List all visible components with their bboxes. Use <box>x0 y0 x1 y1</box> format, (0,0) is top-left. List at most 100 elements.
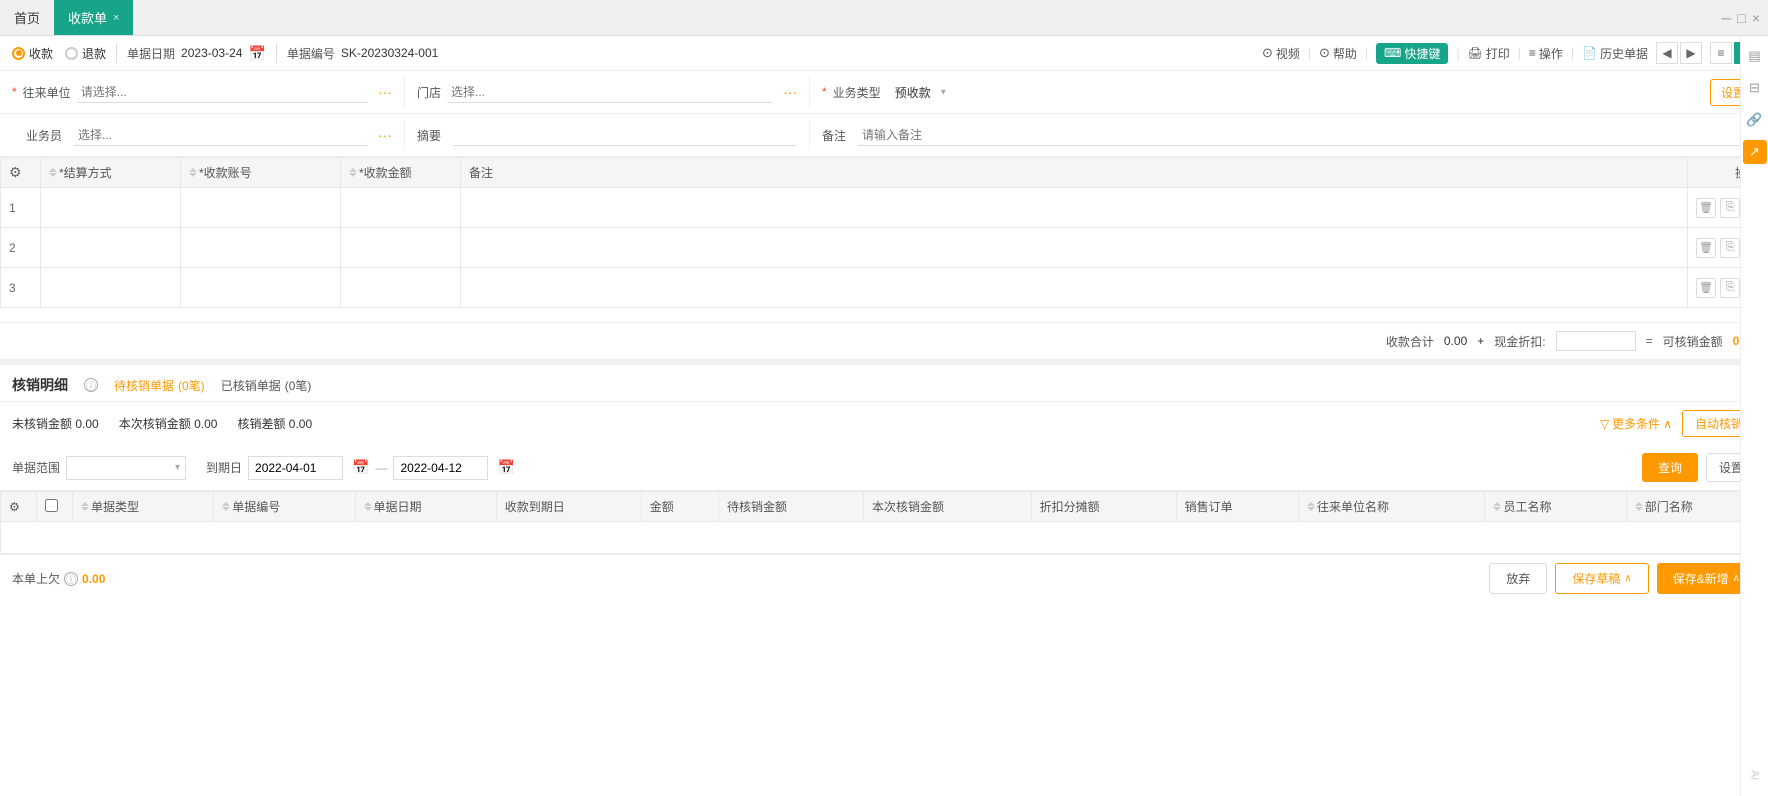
bt-th-pending-label: 待核销金额 <box>727 500 787 514</box>
more-conditions-label: 更多条件 <box>1612 415 1660 432</box>
query-btn[interactable]: 查询 <box>1642 453 1698 482</box>
tab-close-icon[interactable]: × <box>113 12 119 24</box>
form-row-2: 业务员 ··· 摘要 备注 <box>0 114 1768 157</box>
filter-right: 查询 设置 <box>1642 453 1756 482</box>
bottom-info-icon[interactable]: ⓘ <box>64 572 78 586</box>
abandon-btn[interactable]: 放弃 <box>1489 563 1547 594</box>
calendar-start-icon[interactable]: 📅 <box>352 459 369 476</box>
shortcut-btn[interactable]: ⌨ 快捷键 <box>1376 43 1448 64</box>
maximize-icon[interactable]: □ <box>1737 10 1745 26</box>
cell-amount-3[interactable] <box>341 268 461 308</box>
cash-discount-input[interactable] <box>1556 331 1636 351</box>
verify-info-icon[interactable]: ⓘ <box>84 378 98 392</box>
sort-settlement-icon[interactable] <box>49 168 57 177</box>
sort-staff-icon[interactable] <box>1493 502 1501 511</box>
history-btn[interactable]: 📄 历史单据 <box>1582 45 1648 62</box>
cell-remark-2[interactable] <box>461 228 1688 268</box>
verify-tab-done[interactable]: 已核销单据 (0笔) <box>221 377 312 394</box>
tab-bar: 首页 收款单 × ─ □ × <box>0 0 1768 36</box>
nav-prev-btn[interactable]: ◀ <box>1656 42 1678 64</box>
verify-tab-pending[interactable]: 待核销单据 (0笔) <box>114 377 205 394</box>
filter-date-end[interactable] <box>393 456 488 480</box>
form-div-1 <box>404 77 405 107</box>
calendar-end-icon[interactable]: 📅 <box>497 459 514 476</box>
gear-icon[interactable]: ⚙ <box>9 164 22 180</box>
copy-icon-1[interactable]: ⎘ <box>1720 198 1740 218</box>
print-btn[interactable]: 🖨 打印 <box>1468 45 1510 62</box>
delete-icon-2[interactable]: 🗑 <box>1696 238 1716 258</box>
sort-date-icon[interactable] <box>364 502 372 511</box>
filter-range-field: 单据范围 ▾ <box>12 456 186 480</box>
sidebar-icon-3[interactable]: 🔗 <box>1743 108 1767 132</box>
sort-counterpart-icon[interactable] <box>1307 502 1315 511</box>
verify-tab-pending-label: 待核销单据 <box>114 377 174 394</box>
video-btn[interactable]: ⊙ 视频 <box>1262 45 1300 62</box>
sort-account-icon[interactable] <box>189 168 197 177</box>
cell-amount-2[interactable] <box>341 228 461 268</box>
more-conditions-btn[interactable]: ▽ 更多条件 ∧ <box>1600 415 1672 432</box>
sort-dept-icon[interactable] <box>1635 502 1643 511</box>
history-icon: 📄 <box>1582 46 1597 60</box>
cell-account-2[interactable] <box>181 228 341 268</box>
cell-settlement-2[interactable] <box>41 228 181 268</box>
delete-icon-3[interactable]: 🗑 <box>1696 278 1716 298</box>
tab-home[interactable]: 首页 <box>0 0 54 35</box>
counterpart-input[interactable] <box>77 82 368 103</box>
close-icon[interactable]: × <box>1752 10 1760 26</box>
bt-th-number-label: 单据编号 <box>232 498 280 515</box>
bt-th-type: 单据类型 <box>73 492 214 522</box>
table-row: 2 🗑 ⎘ <box>1 228 1768 268</box>
cell-account-3[interactable] <box>181 268 341 308</box>
staff-input[interactable] <box>74 125 368 146</box>
staff-more-icon[interactable]: ··· <box>378 127 392 143</box>
nav-next-btn[interactable]: ▶ <box>1680 42 1702 64</box>
radio-shoukuan[interactable]: 收款 <box>12 45 53 62</box>
filter-range-select[interactable] <box>66 456 186 480</box>
radio-shoukuan-circle <box>12 47 25 60</box>
sort-amount-icon[interactable] <box>349 168 357 177</box>
sort-number-icon[interactable] <box>222 502 230 511</box>
calendar-icon[interactable]: 📅 <box>248 45 265 62</box>
save-draft-btn[interactable]: 保存草稿 ∧ <box>1555 563 1648 594</box>
stat-diff-value: 0.00 <box>289 417 312 431</box>
bt-th-due: 收款到期日 <box>496 492 641 522</box>
radio-tuikuan-circle <box>65 47 78 60</box>
copy-icon-3[interactable]: ⎘ <box>1720 278 1740 298</box>
copy-icon-2[interactable]: ⎘ <box>1720 238 1740 258</box>
stat-current: 本次核销金额 0.00 <box>119 415 218 432</box>
bt-select-all-checkbox[interactable] <box>45 499 58 512</box>
remark-input[interactable] <box>858 125 1756 146</box>
bt-th-discount: 折扣分摊额 <box>1031 492 1176 522</box>
filter-date-start[interactable] <box>248 456 343 480</box>
tab-active[interactable]: 收款单 × <box>54 0 133 35</box>
sum-label1: 收款合计 <box>1386 333 1434 350</box>
save-new-arrow[interactable]: ∧ <box>1733 573 1740 584</box>
sidebar-icon-1[interactable]: ▤ <box>1743 44 1767 68</box>
cell-settlement-3[interactable] <box>41 268 181 308</box>
save-draft-arrow[interactable]: ∧ <box>1624 573 1631 584</box>
view-list-btn[interactable]: ≡ <box>1710 42 1732 64</box>
store-more-icon[interactable]: ··· <box>783 84 797 100</box>
cell-remark-3[interactable] <box>461 268 1688 308</box>
th-settlement-label: *结算方式 <box>59 164 112 181</box>
sidebar-icon-4[interactable]: ↗ <box>1743 140 1767 164</box>
cell-settlement-1[interactable] <box>41 188 181 228</box>
cell-remark-1[interactable] <box>461 188 1688 228</box>
save-draft-label: 保存草稿 <box>1572 570 1620 587</box>
biz-dropdown-icon[interactable]: ▾ <box>941 87 946 98</box>
store-input[interactable] <box>447 82 773 103</box>
sidebar-icon-2[interactable]: ⊟ <box>1743 76 1767 100</box>
radio-tuikuan[interactable]: 退款 <box>65 45 106 62</box>
bt-gear-icon[interactable]: ⚙ <box>9 500 20 514</box>
operation-btn[interactable]: ≡ 操作 <box>1529 45 1563 62</box>
delete-icon-1[interactable]: 🗑 <box>1696 198 1716 218</box>
date-label: 单据日期 <box>127 45 175 62</box>
cell-amount-1[interactable] <box>341 188 461 228</box>
minimize-icon[interactable]: ─ <box>1721 10 1731 26</box>
sort-type-icon[interactable] <box>81 502 89 511</box>
counterpart-more-icon[interactable]: ··· <box>378 84 392 100</box>
help-btn[interactable]: ⊙ 帮助 <box>1319 45 1357 62</box>
cell-account-1[interactable] <box>181 188 341 228</box>
summary-input[interactable] <box>453 125 797 146</box>
bottom-action-bar: 本单上欠 ⓘ 0.00 放弃 保存草稿 ∧ 保存&新增 ∧ <box>0 554 1768 602</box>
